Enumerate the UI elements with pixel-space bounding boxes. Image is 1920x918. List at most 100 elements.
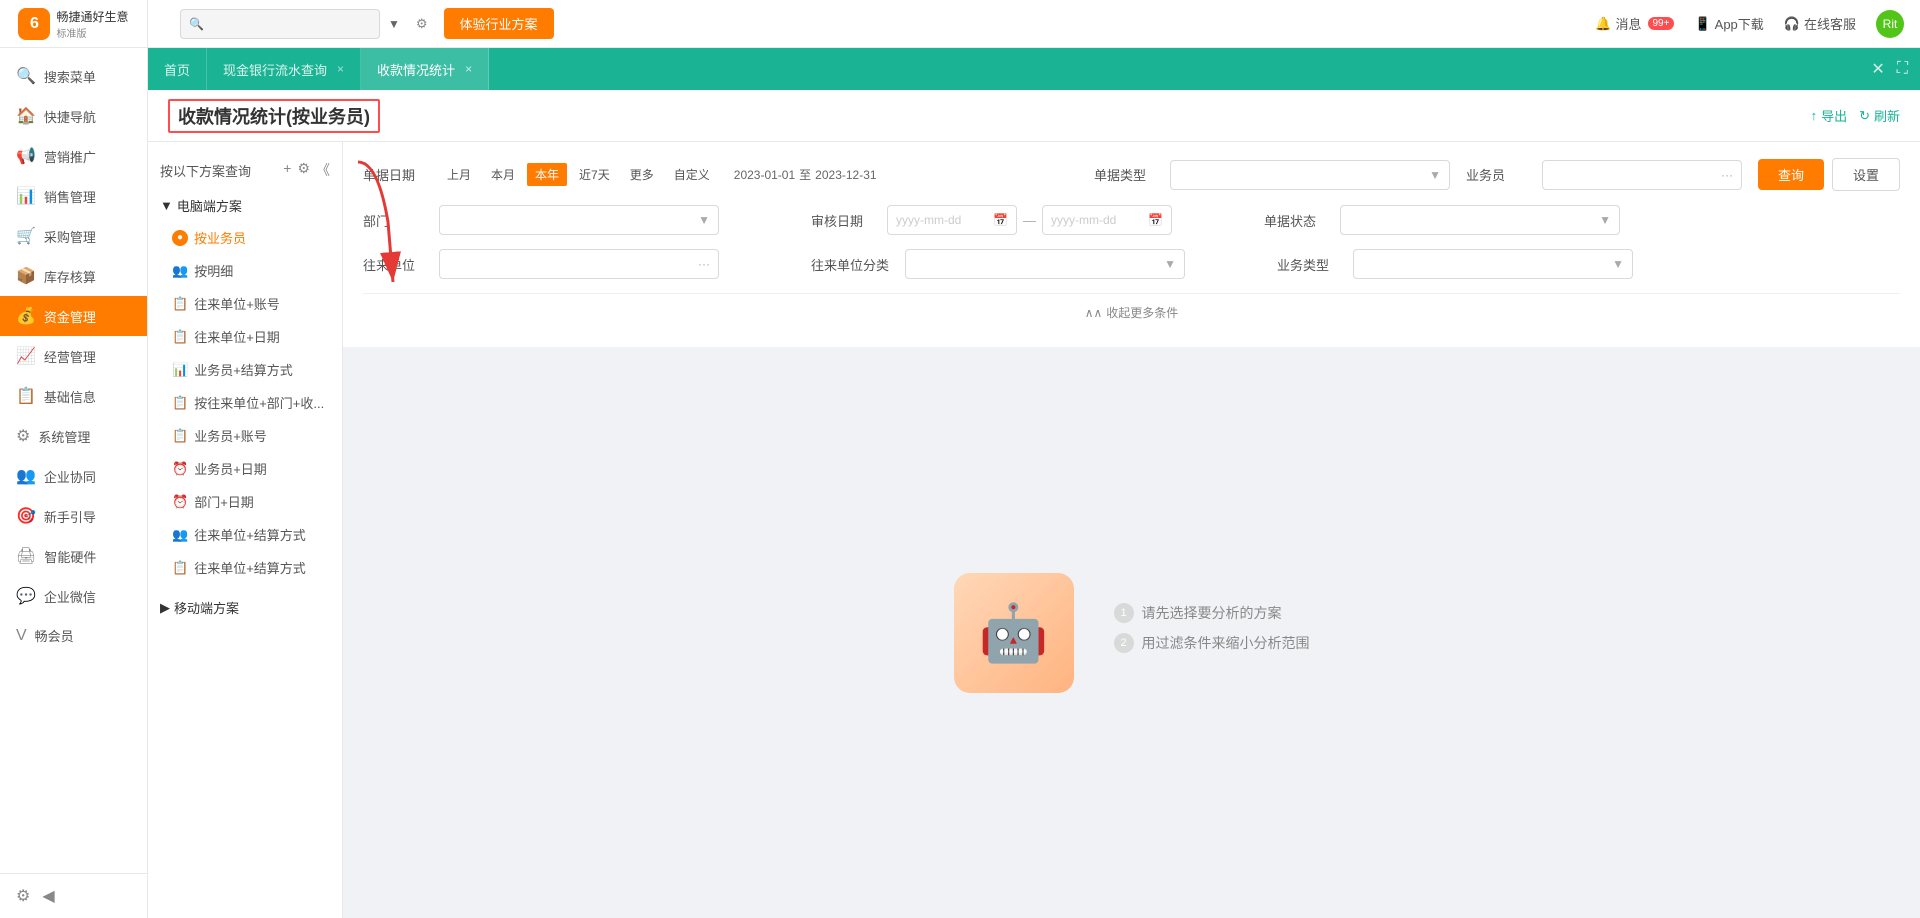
sidebar-item-系统管理[interactable]: ⚙系统管理 [0,416,147,456]
partner-category-select[interactable]: ▼ [905,249,1185,279]
partner-select[interactable]: ··· [439,249,719,279]
review-date-to-text: yyyy-mm-dd [1051,213,1116,227]
scheme-item-salesman[interactable]: ● 按业务员 [148,221,342,254]
search-icon: 🔍 [189,17,204,31]
tip-text-2: 用过滤条件来缩小分析范围 [1142,633,1310,653]
tab-receipt-stats[interactable]: 收款情况统计 × [361,48,489,90]
export-button[interactable]: ↑ 导出 [1811,106,1848,125]
collapse-bar[interactable]: ∧∧ 收起更多条件 [363,293,1900,331]
tab-bank-flow[interactable]: 现金银行流水查询 × [207,48,361,90]
review-date-from[interactable]: yyyy-mm-dd 📅 [887,205,1017,235]
refresh-button[interactable]: ↻ 刷新 [1859,106,1900,125]
scheme-group-pc: ▼ 电脑端方案 ● 按业务员 👥 按明细 📋 往来单位+账号 📋 往来 [148,186,342,588]
download-icon: 📱 [1694,16,1710,32]
tip-num-1: 1 [1114,603,1134,623]
scheme-item-partner-dept[interactable]: 📋 按往来单位+部门+收... [148,386,342,419]
doc-status-arrow: ▼ [1599,213,1611,227]
scheme-salesman-payment-icon: 📊 [172,362,188,378]
scheme-item-salesman-date[interactable]: ⏰ 业务员+日期 [148,452,342,485]
nav-label-7: 经营管理 [44,347,96,366]
nav-label-6: 资金管理 [44,307,96,326]
user-avatar[interactable]: Rit [1876,10,1904,38]
dept-arrow: ▼ [698,213,710,227]
date-label: 单据日期 [363,165,423,184]
tab-home[interactable]: 首页 [148,48,207,90]
nav-label-3: 销售管理 [44,187,96,206]
doc-type-arrow: ▼ [1429,168,1441,182]
scheme-settings-icon[interactable]: ⚙ [297,160,310,180]
header-gear-icon[interactable]: ⚙ [416,16,428,32]
left-panel: 按以下方案查询 + ⚙ 《 ▼ 电脑端方案 ● 按业务员 👥 [148,142,343,918]
sidebar-item-库存核算[interactable]: 📦库存核算 [0,256,147,296]
date-tab-7days[interactable]: 近7天 [571,163,618,186]
top-header: 🔍 ▼ ⚙ 体验行业方案 🔔 消息 99+ 📱 App下载 🎧 在线客服 Rit [148,0,1920,48]
sidebar-item-销售管理[interactable]: 📊销售管理 [0,176,147,216]
scheme-item-partner-settlement1[interactable]: 👥 往来单位+结算方式 [148,518,342,551]
date-tab-this-year[interactable]: 本年 [527,163,567,186]
salesman-label: 业务员 [1466,165,1526,184]
review-date-to[interactable]: yyyy-mm-dd 📅 [1042,205,1172,235]
sidebar: 6 畅捷通好生意 标准版 🔍搜索菜单🏠快捷导航📢营销推广📊销售管理🛒采购管理📦库… [0,0,148,918]
query-button[interactable]: 查询 [1758,159,1824,190]
header-search[interactable]: 🔍 [180,9,380,39]
sidebar-item-经营管理[interactable]: 📈 经营管理 [0,336,147,376]
dept-select[interactable]: ▼ [439,205,719,235]
chevron-down-icon: ▼ [160,198,173,213]
scheme-item-salesman-payment[interactable]: 📊 业务员+结算方式 [148,353,342,386]
scheme-item-partner-date-label: 往来单位+日期 [194,327,280,346]
scheme-partner-settlement1-icon: 👥 [172,527,188,543]
scheme-item-partner-account[interactable]: 📋 往来单位+账号 [148,287,342,320]
date-tab-last-month[interactable]: 上月 [439,163,479,186]
tab-expand-icon[interactable]: ⛶ [1897,60,1908,78]
scheme-group-mobile-title[interactable]: ▶ 移动端方案 [148,592,342,623]
left-panel-icons: + ⚙ 《 [283,160,330,180]
settings-button[interactable]: 设置 [1832,158,1900,191]
nav-icon-14: V [16,627,27,645]
biz-type-select[interactable]: ▼ [1353,249,1633,279]
sidebar-nav: 🔍搜索菜单🏠快捷导航📢营销推广📊销售管理🛒采购管理📦库存核算💰资金管理 📈 经营管理… [0,48,147,873]
scheme-collapse-icon[interactable]: 《 [316,160,330,180]
tab-close-all-icon[interactable]: ✕ [1871,59,1884,79]
empty-tip-1: 1 请先选择要分析的方案 [1114,603,1310,623]
nav-icon-7: 📈 [16,346,36,366]
nav-label-1: 快捷导航 [44,107,96,126]
scheme-item-partner-account-label: 往来单位+账号 [194,294,280,313]
date-tab-this-month[interactable]: 本月 [483,163,523,186]
sidebar-item-营销推广[interactable]: 📢营销推广 [0,136,147,176]
scheme-item-partner-date[interactable]: 📋 往来单位+日期 [148,320,342,353]
sidebar-item-智能硬件[interactable]: 🖨智能硬件 [0,536,147,576]
sidebar-item-基础信息[interactable]: 📋基础信息 [0,376,147,416]
scheme-item-detail[interactable]: 👥 按明细 [148,254,342,287]
date-tab-more[interactable]: 更多 [622,163,662,186]
doc-status-select[interactable]: ▼ [1340,205,1620,235]
tab-bank-flow-close[interactable]: × [337,62,344,76]
messages-btn[interactable]: 🔔 消息 99+ [1595,14,1674,33]
empty-tips: 1 请先选择要分析的方案 2 用过滤条件来缩小分析范围 [1114,603,1310,663]
sidebar-item-企业协同[interactable]: 👥企业协同 [0,456,147,496]
nav-label-9: 系统管理 [38,427,90,446]
sidebar-settings-icon[interactable]: ⚙ [16,886,30,906]
date-tab-custom[interactable]: 自定义 [666,163,718,186]
online-service-btn[interactable]: 🎧 在线客服 [1784,14,1856,33]
sidebar-item-畅会员[interactable]: V畅会员 [0,616,147,655]
scheme-partner-dept-icon: 📋 [172,395,188,411]
scheme-item-partner-settlement2[interactable]: 📋 往来单位+结算方式 [148,551,342,584]
sidebar-item-搜索菜单[interactable]: 🔍搜索菜单 [0,56,147,96]
sidebar-item-企业微信[interactable]: 💬企业微信 [0,576,147,616]
partner-category-arrow: ▼ [1164,257,1176,271]
sidebar-item-新手引导[interactable]: 🎯新手引导 [0,496,147,536]
doc-type-select[interactable]: ▼ [1170,160,1450,190]
salesman-select[interactable]: ··· [1542,160,1742,190]
trial-button[interactable]: 体验行业方案 [444,8,554,39]
sidebar-item-采购管理[interactable]: 🛒采购管理 [0,216,147,256]
tab-receipt-stats-close[interactable]: × [465,62,472,76]
scheme-item-salesman-account[interactable]: 📋 业务员+账号 [148,419,342,452]
add-scheme-icon[interactable]: + [283,160,291,180]
sidebar-item-快捷导航[interactable]: 🏠快捷导航 [0,96,147,136]
sidebar-item-资金管理[interactable]: 💰资金管理 [0,296,147,336]
header-dropdown[interactable]: ▼ [388,17,400,31]
scheme-group-pc-title[interactable]: ▼ 电脑端方案 [148,190,342,221]
scheme-item-dept-date[interactable]: ⏰ 部门+日期 [148,485,342,518]
sidebar-collapse-icon[interactable]: ◀ [42,886,54,906]
app-download-btn[interactable]: 📱 App下载 [1694,14,1763,33]
